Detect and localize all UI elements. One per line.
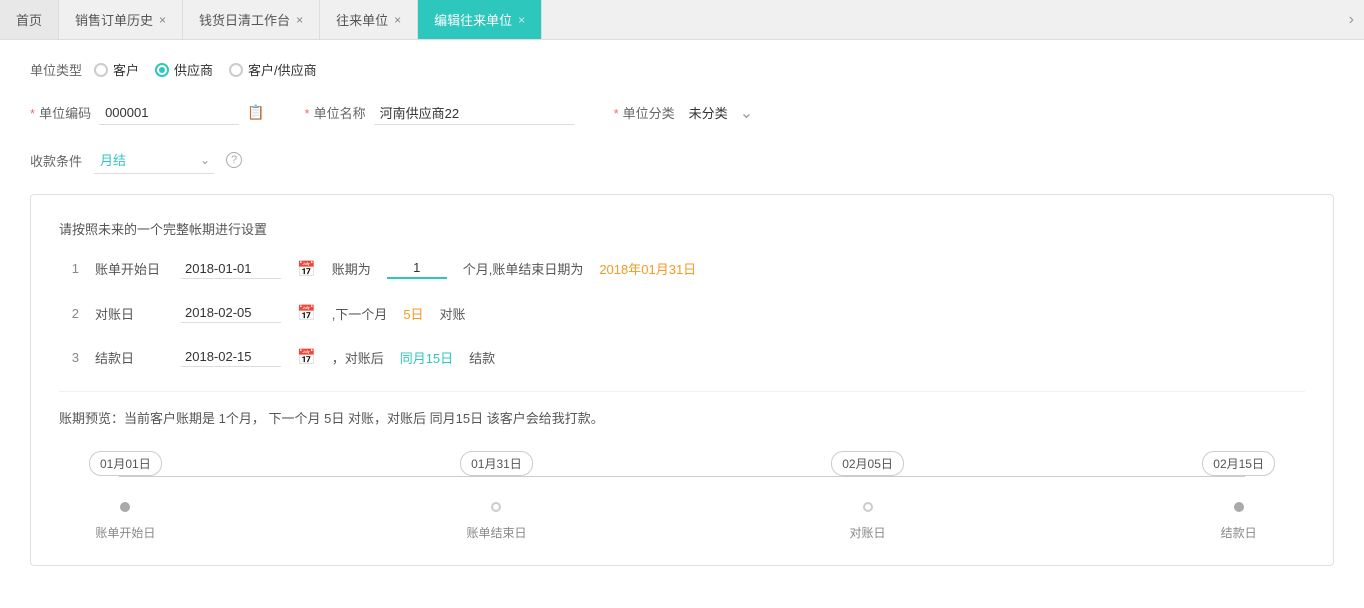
unit-type-row: 单位类型 客户 供应商 客户/供应商 <box>30 60 1334 79</box>
tl-badge-2: 02月05日 <box>831 451 904 476</box>
payment-label: 收款条件 <box>30 151 82 170</box>
radio-supplier-label: 供应商 <box>174 60 213 79</box>
preview-orange2: 5日 <box>324 401 344 436</box>
tab-cashflow[interactable]: 钱货日清工作台 × <box>183 0 320 39</box>
copy-icon[interactable]: 📋 <box>247 104 264 121</box>
payment-suffix-teal: 同月15日 <box>400 348 453 367</box>
tl-badge-0: 01月01日 <box>89 451 162 476</box>
tl-sub-0: 账单开始日 <box>95 524 155 541</box>
preview-orange1: 1个月， <box>219 401 265 436</box>
preview-teal: 同月15日 <box>430 401 483 436</box>
payment-suffix-after: 结款 <box>469 348 495 367</box>
preview-text1: 下一个月 <box>269 401 321 436</box>
radio-supplier[interactable]: 供应商 <box>155 60 213 79</box>
payment-date-input[interactable] <box>181 347 281 367</box>
tl-node-1: 01月31日 账单结束日 <box>460 451 533 541</box>
payment-value: 月结 <box>94 146 196 173</box>
period-input[interactable] <box>387 258 447 279</box>
unit-classify-arrow-icon[interactable]: ⌄ <box>740 103 753 123</box>
row-num-3: 3 <box>59 350 79 365</box>
reconcile-suffix-before: ,下一个月 <box>332 304 388 323</box>
unit-name-label: 单位名称 <box>305 103 366 122</box>
radio-both[interactable]: 客户/供应商 <box>229 60 317 79</box>
row-label-3: 结款日 <box>95 348 165 367</box>
timeline: 01月01日 账单开始日 01月31日 账单结束日 02月05日 对账日 02月… <box>59 451 1305 541</box>
reconcile-date-input[interactable] <box>181 303 281 323</box>
tl-sub-1: 账单结束日 <box>466 524 526 541</box>
unit-type-radio-group: 客户 供应商 客户/供应商 <box>94 60 317 79</box>
row-num-1: 1 <box>59 261 79 276</box>
radio-customer[interactable]: 客户 <box>94 60 139 79</box>
tl-badge-1: 01月31日 <box>460 451 533 476</box>
period-end-date: 2018年01月31日 <box>599 259 696 278</box>
period-unit-text: 个月,账单结束日期为 <box>463 259 584 278</box>
unit-classify-select[interactable]: 未分类 ⌄ <box>683 99 753 126</box>
row-label-1: 账单开始日 <box>95 259 165 278</box>
tab-cashflow-label: 钱货日清工作台 <box>199 10 290 29</box>
preview-label: 账期预览：当前客户账期是 <box>59 401 215 436</box>
setting-row-3: 3 结款日 📅 ，对账后 同月15日 结款 <box>59 347 1305 367</box>
tab-edit-unit-close[interactable]: × <box>518 13 525 27</box>
radio-customer-label: 客户 <box>113 60 139 79</box>
tl-sub-2: 对账日 <box>850 524 886 541</box>
tl-dot-1 <box>491 502 501 512</box>
tl-dot-0 <box>120 502 130 512</box>
radio-both-label: 客户/供应商 <box>248 60 317 79</box>
unit-name-input[interactable] <box>374 101 574 125</box>
main-content: 单位类型 客户 供应商 客户/供应商 单位编码 📋 单位名称 <box>0 40 1364 608</box>
start-date-cal-icon[interactable]: 📅 <box>297 260 316 278</box>
tab-home-label: 首页 <box>16 10 42 29</box>
reconcile-suffix-after: 对账 <box>440 304 466 323</box>
tab-edit-unit[interactable]: 编辑往来单位 × <box>418 0 542 39</box>
setting-row-2: 2 对账日 📅 ,下一个月 5日 对账 <box>59 303 1305 323</box>
tab-unit[interactable]: 往来单位 × <box>320 0 418 39</box>
tl-sub-3: 结款日 <box>1221 524 1257 541</box>
preview-text2: 对账，对账后 <box>348 401 426 436</box>
tab-cashflow-close[interactable]: × <box>296 13 303 27</box>
period-label: 账期为 <box>332 259 371 278</box>
tab-sales-history-label: 销售订单历史 <box>75 10 153 29</box>
tl-node-0: 01月01日 账单开始日 <box>89 451 162 541</box>
unit-code-label: 单位编码 <box>30 103 91 122</box>
settings-panel: 请按照未来的一个完整帐期进行设置 1 账单开始日 📅 账期为 个月,账单结束日期… <box>30 194 1334 566</box>
tab-sales-history-close[interactable]: × <box>159 13 166 27</box>
unit-classify-value: 未分类 <box>683 99 734 126</box>
reconcile-suffix-orange: 5日 <box>403 304 423 323</box>
timeline-nodes: 01月01日 账单开始日 01月31日 账单结束日 02月05日 对账日 02月… <box>89 451 1275 541</box>
start-date-input[interactable] <box>181 259 281 279</box>
setting-row-1: 1 账单开始日 📅 账期为 个月,账单结束日期为 2018年01月31日 <box>59 258 1305 279</box>
payment-row: 收款条件 月结 ⌄ ? <box>30 146 1334 174</box>
unit-type-label: 单位类型 <box>30 60 82 79</box>
tab-edit-unit-label: 编辑往来单位 <box>434 10 512 29</box>
tl-dot-3 <box>1234 502 1244 512</box>
tl-dot-2 <box>863 502 873 512</box>
radio-both-circle <box>229 63 243 77</box>
tl-node-3: 02月15日 结款日 <box>1202 451 1275 541</box>
tab-expand-button[interactable]: › <box>1339 0 1364 39</box>
row-num-2: 2 <box>59 306 79 321</box>
payment-suffix-before: ，对账后 <box>332 348 384 367</box>
unit-classify-label: 单位分类 <box>614 103 675 122</box>
tl-node-2: 02月05日 对账日 <box>831 451 904 541</box>
unit-code-input[interactable] <box>99 101 239 125</box>
panel-title: 请按照未来的一个完整帐期进行设置 <box>59 219 1305 238</box>
tab-sales-history[interactable]: 销售订单历史 × <box>59 0 183 39</box>
payment-dropdown-arrow[interactable]: ⌄ <box>196 153 214 167</box>
tab-unit-label: 往来单位 <box>336 10 388 29</box>
radio-customer-circle <box>94 63 108 77</box>
help-icon[interactable]: ? <box>226 152 242 168</box>
unit-info-row: 单位编码 📋 单位名称 单位分类 未分类 ⌄ <box>30 99 1334 126</box>
tab-home[interactable]: 首页 <box>0 0 59 39</box>
payment-select[interactable]: 月结 ⌄ <box>94 146 214 174</box>
tab-bar: 首页 销售订单历史 × 钱货日清工作台 × 往来单位 × 编辑往来单位 × › <box>0 0 1364 40</box>
tab-unit-close[interactable]: × <box>394 13 401 27</box>
tl-badge-3: 02月15日 <box>1202 451 1275 476</box>
radio-supplier-circle <box>155 63 169 77</box>
payment-cal-icon[interactable]: 📅 <box>297 348 316 366</box>
reconcile-cal-icon[interactable]: 📅 <box>297 304 316 322</box>
row-label-2: 对账日 <box>95 304 165 323</box>
preview-text3: 该客户会给我打款。 <box>487 401 604 436</box>
